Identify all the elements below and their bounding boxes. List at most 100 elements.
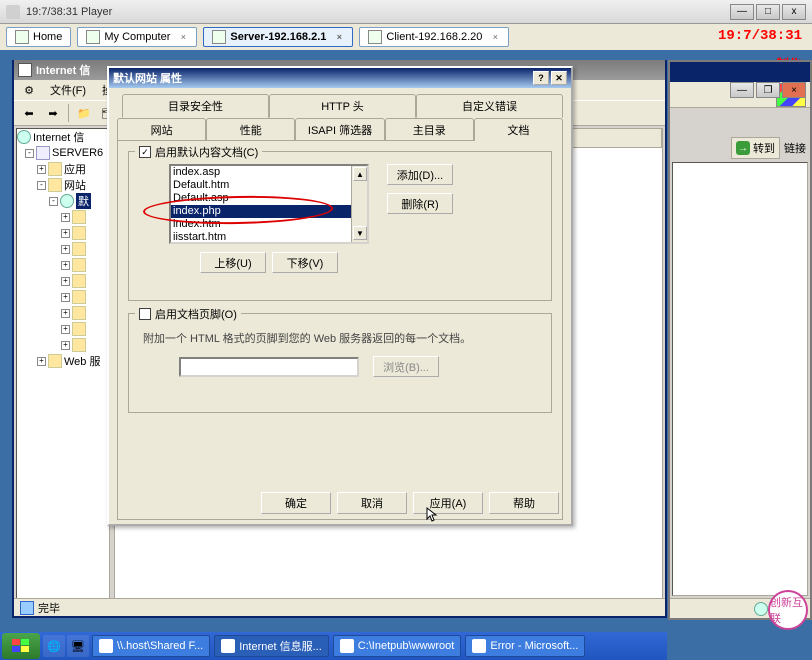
tab-documents[interactable]: 文档 xyxy=(474,118,563,141)
tab-server[interactable]: Server-192.168.2.1 × xyxy=(203,27,353,47)
move-up-button[interactable]: 上移(U) xyxy=(200,252,266,273)
ie-close-button[interactable]: × xyxy=(782,82,806,98)
dialog-close-button[interactable]: ✕ xyxy=(551,71,567,85)
quicklaunch-ie[interactable]: 🌐 xyxy=(43,635,65,657)
iis-icon xyxy=(221,639,235,653)
tab-close-icon[interactable]: × xyxy=(178,32,188,42)
tab-row-front: 网站 性能 ISAPI 筛选器 主目录 文档 xyxy=(117,118,563,141)
player-close-button[interactable]: x xyxy=(782,4,806,20)
iis-statusbar: 完毕 xyxy=(14,598,665,616)
player-max-button[interactable]: □ xyxy=(756,4,780,20)
tree-collapse[interactable]: - xyxy=(37,181,46,190)
move-down-button[interactable]: 下移(V) xyxy=(272,252,338,273)
tree-expand[interactable]: + xyxy=(61,213,70,222)
list-item[interactable]: iisstart.htm xyxy=(171,231,367,244)
iis-tree[interactable]: Internet 信 -SERVER6 +应用 -网站 -默 + + + + +… xyxy=(16,128,110,614)
ie-icon xyxy=(472,639,486,653)
folder-icon xyxy=(48,178,62,192)
tree-sites[interactable]: 网站 xyxy=(64,177,86,193)
ie-titlebar xyxy=(670,62,810,82)
folder-icon xyxy=(99,639,113,653)
ie-min-button[interactable]: — xyxy=(730,82,754,98)
tree-collapse[interactable]: - xyxy=(25,149,34,158)
tree-expand[interactable]: + xyxy=(61,245,70,254)
ok-button[interactable]: 确定 xyxy=(261,492,331,514)
taskbar-item[interactable]: \\.host\Shared F... xyxy=(92,635,210,657)
enable-footer-checkbox[interactable] xyxy=(139,308,151,320)
tree-expand[interactable]: + xyxy=(61,341,70,350)
up-button[interactable]: 📁 xyxy=(73,102,95,124)
tab-home[interactable]: Home xyxy=(6,27,71,47)
tab-home-dir[interactable]: 主目录 xyxy=(385,118,474,141)
folder-icon xyxy=(72,210,86,224)
mouse-cursor-icon xyxy=(426,507,442,523)
tree-web[interactable]: Web 服 xyxy=(64,353,100,369)
enable-default-doc-checkbox[interactable]: ✓ xyxy=(139,146,151,158)
browse-button: 浏览(B)... xyxy=(373,356,439,377)
scroll-down-button[interactable]: ▼ xyxy=(353,226,367,240)
ie-restore-button[interactable]: ❐ xyxy=(756,82,780,98)
taskbar-item[interactable]: C:\Inetpub\wwwroot xyxy=(333,635,462,657)
tree-collapse[interactable]: - xyxy=(49,197,58,206)
taskbar-item-active[interactable]: Internet 信息服... xyxy=(214,635,329,657)
tree-expand[interactable]: + xyxy=(61,325,70,334)
list-item[interactable]: Default.asp xyxy=(171,192,367,205)
apply-button[interactable]: 应用(A) xyxy=(413,492,483,514)
player-title: 19:7/38:31 Player xyxy=(26,6,730,18)
tree-expand[interactable]: + xyxy=(61,309,70,318)
list-item[interactable]: Default.htm xyxy=(171,179,367,192)
list-scrollbar[interactable]: ▲ ▼ xyxy=(351,166,367,242)
tree-expand[interactable]: + xyxy=(61,229,70,238)
list-item[interactable]: index.htm xyxy=(171,218,367,231)
list-item-selected[interactable]: index.php xyxy=(171,205,367,218)
watermark-logo: 创新互联 xyxy=(768,590,808,630)
tab-http-headers[interactable]: HTTP 头 xyxy=(269,94,416,118)
dialog-help-button[interactable]: ? xyxy=(533,71,549,85)
tab-close-icon[interactable]: × xyxy=(490,32,500,42)
tab-close-icon[interactable]: × xyxy=(334,32,344,42)
help-button[interactable]: 帮助 xyxy=(489,492,559,514)
folder-icon xyxy=(72,290,86,304)
tab-website[interactable]: 网站 xyxy=(117,118,206,141)
tree-server[interactable]: SERVER6 xyxy=(52,147,103,159)
quicklaunch-desktop[interactable]: 🖥 xyxy=(67,635,89,657)
list-item[interactable]: index.asp xyxy=(171,166,367,179)
tree-root[interactable]: Internet 信 xyxy=(33,129,84,145)
back-button[interactable]: ⬅ xyxy=(18,102,40,124)
forward-button[interactable]: ➡ xyxy=(42,102,64,124)
go-button[interactable]: → 转到 xyxy=(731,137,780,159)
scroll-up-button[interactable]: ▲ xyxy=(353,167,367,181)
dialog-titlebar[interactable]: 默认网站 属性 ? ✕ xyxy=(109,68,571,88)
tree-expand[interactable]: + xyxy=(37,357,46,366)
folder-icon xyxy=(340,639,354,653)
tab-mycomputer[interactable]: My Computer × xyxy=(77,27,197,47)
tree-default-site[interactable]: 默 xyxy=(76,193,91,209)
cancel-button[interactable]: 取消 xyxy=(337,492,407,514)
tree-apps[interactable]: 应用 xyxy=(64,161,86,177)
windows-flag-icon xyxy=(12,639,30,653)
player-icon xyxy=(6,5,20,19)
computer-icon xyxy=(86,30,100,44)
status-text: 完毕 xyxy=(38,600,60,616)
tab-performance[interactable]: 性能 xyxy=(206,118,295,141)
player-min-button[interactable]: — xyxy=(730,4,754,20)
tree-expand[interactable]: + xyxy=(61,277,70,286)
delete-button[interactable]: 删除(R) xyxy=(387,193,453,214)
tab-label: Server-192.168.2.1 xyxy=(230,31,326,43)
start-button[interactable] xyxy=(2,633,40,659)
folder-icon xyxy=(72,274,86,288)
taskbar-item[interactable]: Error - Microsoft... xyxy=(465,635,585,657)
add-button[interactable]: 添加(D)... xyxy=(387,164,453,185)
tab-dir-security[interactable]: 目录安全性 xyxy=(122,94,269,118)
menu-file[interactable]: 文件(F) xyxy=(44,80,92,100)
tree-expand[interactable]: + xyxy=(61,261,70,270)
folder-icon xyxy=(72,226,86,240)
mmc-icon: ⚙ xyxy=(18,79,40,101)
tabs-container: 目录安全性 HTTP 头 自定义错误 网站 性能 ISAPI 筛选器 主目录 文… xyxy=(117,94,563,520)
default-documents-list[interactable]: index.asp Default.htm Default.asp index.… xyxy=(169,164,369,244)
tree-expand[interactable]: + xyxy=(61,293,70,302)
tab-client[interactable]: Client-192.168.2.20 × xyxy=(359,27,509,47)
tab-isapi[interactable]: ISAPI 筛选器 xyxy=(295,118,384,141)
tab-custom-errors[interactable]: 自定义错误 xyxy=(416,94,563,118)
tree-expand[interactable]: + xyxy=(37,165,46,174)
